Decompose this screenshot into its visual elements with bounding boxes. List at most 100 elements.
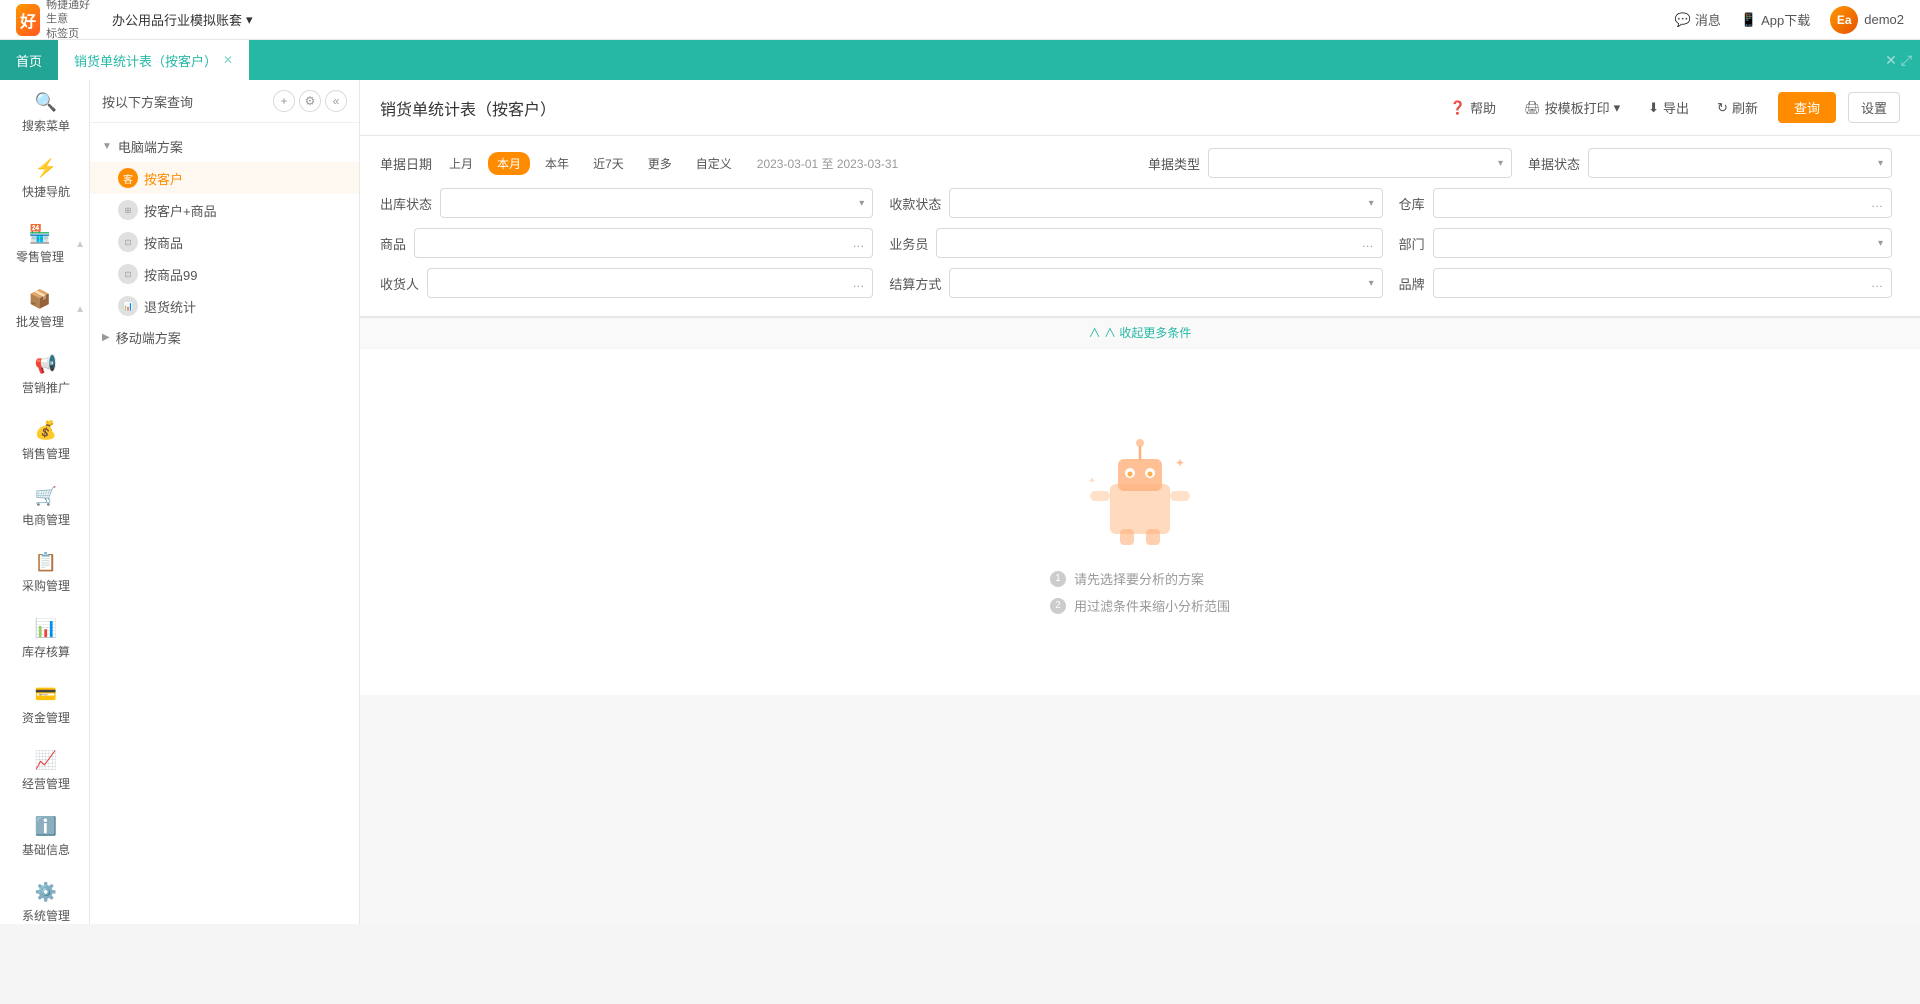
template-print-btn[interactable]: 🖨 按模板打印 ▾ [1516, 94, 1628, 121]
refresh-btn[interactable]: ↻ 刷新 [1709, 94, 1766, 121]
order-type-select[interactable]: ▾ [1208, 148, 1512, 178]
sidebar-item-wholesale[interactable]: 📦 批发管理 ▲ [0, 277, 89, 342]
payment-status-select[interactable]: ▾ [949, 188, 1382, 218]
settings-btn[interactable]: 设置 [1848, 92, 1900, 123]
logo-icon: 好 [16, 4, 40, 36]
sidebar-item-basic-info[interactable]: ℹ️ 基础信息 [0, 804, 89, 870]
sidebar-item-ecommerce[interactable]: 🛒 电商管理 [0, 474, 89, 540]
date-btn-this-year[interactable]: 本年 [536, 152, 578, 175]
collapse-icon: ∧ [1089, 326, 1101, 340]
operations-icon: 📈 [35, 750, 57, 771]
chevron-left-icon: « [333, 94, 340, 108]
date-btn-7days[interactable]: 近7天 [584, 152, 633, 175]
header-left: 好 畅捷通好生意 标签页 办公用品行业模拟账套 ▾ [16, 0, 261, 41]
date-btn-custom[interactable]: 自定义 [687, 152, 741, 175]
collapse-bar[interactable]: ∧ ∧ 收起更多条件 [360, 317, 1920, 347]
left-panel: 按以下方案查询 + ⚙ « ▼ 电脑端方案 客 [90, 80, 360, 924]
maximize-icon[interactable]: ⤢ [1901, 52, 1912, 69]
sidebar-item-finance[interactable]: 💳 资金管理 [0, 672, 89, 738]
filter-row-2: 出库状态 ▾ 收款状态 ▾ 仓库 … [380, 188, 1900, 218]
chevron-down-icon: ▾ [1878, 158, 1883, 169]
filter-row-4: 收货人 … 结算方式 ▾ 品牌 … [380, 268, 1900, 298]
sidebar-item-sales[interactable]: 💰 销售管理 [0, 408, 89, 474]
mobile-scheme-parent[interactable]: ▶ 移动端方案 [90, 322, 359, 353]
home-tab-label: 首页 [16, 51, 42, 70]
sidebar: 🔍 搜索菜单 ⚡ 快捷导航 🏪 零售管理 ▲ 📦 批发管理 ▲ 📢 营销推广 [0, 80, 90, 924]
shipment-status-select[interactable]: ▾ [440, 188, 873, 218]
content-area: 销货单统计表（按客户） ❓ 帮助 🖨 按模板打印 ▾ ⬇ 导出 ↻ 刷新 [360, 80, 1920, 924]
scheme-by-product-99[interactable]: ⊡ 按商品99 [90, 258, 359, 290]
expand-arrow-icon: ▶ [102, 332, 110, 343]
scheme-by-customer-product[interactable]: ⊞ 按客户+商品 [90, 194, 359, 226]
dept-select[interactable]: ▾ [1433, 228, 1892, 258]
receiver-input[interactable]: … [427, 268, 873, 298]
scheme-tree: ▼ 电脑端方案 客 按客户 ⊞ 按客户+商品 ⊡ 按商品 ⊡ 按商品99 [90, 123, 359, 361]
sidebar-item-inventory[interactable]: 📊 库存核算 [0, 606, 89, 672]
collapse-panel-btn[interactable]: « [325, 90, 347, 112]
add-scheme-btn[interactable]: + [273, 90, 295, 112]
scheme-return-stats[interactable]: 📊 退货统计 [90, 290, 359, 322]
date-btn-last-month[interactable]: 上月 [440, 152, 482, 175]
sidebar-item-system[interactable]: ⚙️ 系统管理 [0, 870, 89, 924]
settings-scheme-btn[interactable]: ⚙ [299, 90, 321, 112]
sidebar-item-marketing[interactable]: 📢 营销推广 [0, 342, 89, 408]
chevron-down-icon: ▾ [1498, 158, 1503, 169]
sidebar-item-operations[interactable]: 📈 经营管理 [0, 738, 89, 804]
payment-status-filter-col: 收款状态 ▾ [881, 188, 1390, 218]
avatar: Ea [1830, 6, 1858, 34]
header-right: 💬 消息 📱 App下载 Ea demo2 [1675, 6, 1904, 34]
filter-row-1: 单据日期 上月 本月 本年 近7天 更多 自定义 2023-03-01 至 20… [380, 148, 1900, 178]
close-all-icon[interactable]: ✕ [1885, 52, 1897, 69]
payment-method-select[interactable]: ▾ [949, 268, 1382, 298]
message-icon: 💬 [1675, 12, 1691, 28]
export-btn[interactable]: ⬇ 导出 [1640, 94, 1697, 121]
industry-selector[interactable]: 办公用品行业模拟账套 ▾ [104, 6, 261, 33]
wholesale-icon: 📦 [29, 289, 51, 310]
sidebar-item-quick-nav[interactable]: ⚡ 快捷导航 [0, 146, 89, 212]
empty-step-2: 2 用过滤条件来缩小分析范围 [1050, 596, 1230, 615]
message-btn[interactable]: 💬 消息 [1675, 10, 1721, 29]
logo-area: 好 畅捷通好生意 标签页 [16, 0, 96, 41]
user-menu[interactable]: Ea demo2 [1830, 6, 1904, 34]
brand-input[interactable]: … [1433, 268, 1892, 298]
dept-filter-col: 部门 ▾ [1391, 228, 1900, 258]
tab-sales-report[interactable]: 销货单统计表（按客户） ✕ [58, 40, 249, 80]
tab-close-icon[interactable]: ✕ [223, 53, 233, 67]
date-btn-this-month[interactable]: 本月 [488, 152, 530, 175]
app-download-btn[interactable]: 📱 App下载 [1741, 10, 1810, 29]
product-input[interactable]: … [414, 228, 873, 258]
order-type-filter-col: 单据类型 ▾ [1140, 148, 1520, 178]
empty-step-1: 1 请先选择要分析的方案 [1050, 569, 1230, 588]
left-panel-header: 按以下方案查询 + ⚙ « [90, 80, 359, 123]
scheme-by-customer[interactable]: 客 按客户 [90, 162, 359, 194]
order-status-select[interactable]: ▾ [1588, 148, 1892, 178]
shipment-status-filter-col: 出库状态 ▾ [380, 188, 881, 218]
sales-report-tab-label: 销货单统计表（按客户） [74, 51, 217, 70]
scheme-by-product[interactable]: ⊡ 按商品 [90, 226, 359, 258]
sidebar-item-retail[interactable]: 🏪 零售管理 ▲ [0, 212, 89, 277]
help-btn[interactable]: ❓ 帮助 [1442, 94, 1504, 121]
tab-home[interactable]: 首页 [0, 40, 58, 80]
dropdown-arrow-icon: ▾ [1614, 100, 1621, 116]
query-btn[interactable]: 查询 [1778, 92, 1836, 123]
warehouse-input[interactable]: … [1433, 188, 1892, 218]
empty-svg: ✦ ✦ [1080, 429, 1200, 549]
sidebar-item-search-menu[interactable]: 🔍 搜索菜单 [0, 80, 89, 146]
empty-state-steps: 1 请先选择要分析的方案 2 用过滤条件来缩小分析范围 [1050, 569, 1230, 615]
date-btn-more[interactable]: 更多 [639, 152, 681, 175]
scheme-icon: ⊡ [118, 232, 138, 252]
inventory-icon: 📊 [35, 618, 57, 639]
order-status-filter-col: 单据状态 ▾ [1520, 148, 1900, 178]
filter-area: 单据日期 上月 本月 本年 近7天 更多 自定义 2023-03-01 至 20… [360, 136, 1920, 317]
empty-state: ✦ ✦ 1 请先选择要分析的方案 2 用过滤条件来缩小分析范围 [360, 349, 1920, 695]
product-filter-col: 商品 … [380, 228, 881, 258]
help-icon: ❓ [1450, 100, 1466, 116]
sidebar-item-purchase[interactable]: 📋 采购管理 [0, 540, 89, 606]
salesperson-input[interactable]: … [936, 228, 1382, 258]
svg-text:✦: ✦ [1175, 456, 1185, 470]
desktop-scheme-parent[interactable]: ▼ 电脑端方案 [90, 131, 359, 162]
finance-icon: 💳 [35, 684, 57, 705]
marketing-icon: 📢 [35, 354, 57, 375]
nav-tabs: 首页 销货单统计表（按客户） ✕ ✕ ⤢ [0, 40, 1920, 80]
warehouse-filter-col: 仓库 … [1391, 188, 1900, 218]
